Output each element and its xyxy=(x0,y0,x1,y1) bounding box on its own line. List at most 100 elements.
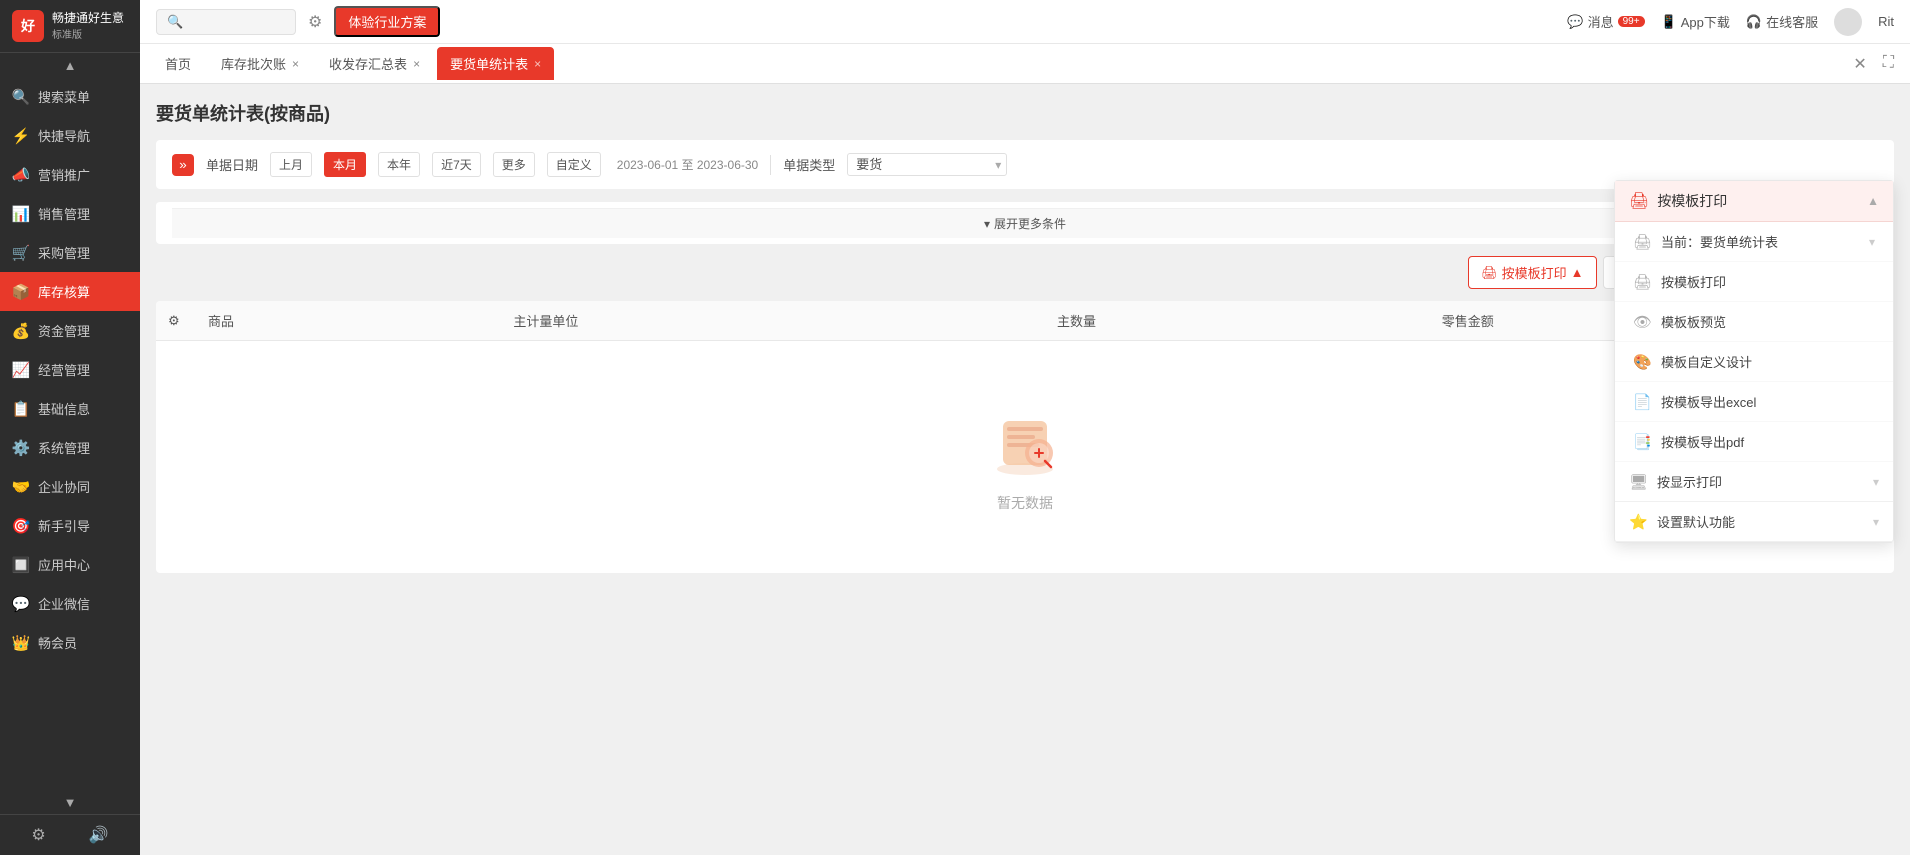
content-area: 要货单统计表(按商品) » 单据日期 上月 本月 本年 近7天 更多 自定义 2… xyxy=(140,84,1910,855)
filter-doc-type-select[interactable]: 要货 xyxy=(847,153,1007,176)
dropdown-section-left: 🖥 按显示打印 xyxy=(1629,472,1722,491)
search-icon: 🔍 xyxy=(12,88,30,106)
main-area: 🔍 ⚙ 体验行业方案 💬 消息 99+ 📱 App下载 🎧 在线客服 Rit xyxy=(140,0,1910,855)
cooperation-icon: 🤝 xyxy=(12,478,30,496)
date-btn-custom[interactable]: 自定义 xyxy=(547,152,601,177)
template-print-btn[interactable]: 🖨 按模板打印 ▲ xyxy=(1468,256,1596,289)
dropdown-item-export-excel[interactable]: 📄 按模板导出excel xyxy=(1615,382,1893,422)
sidebar-item-inventory[interactable]: 📦 库存核算 xyxy=(0,272,140,311)
topbar-right: 💬 消息 99+ 📱 App下载 🎧 在线客服 Rit xyxy=(1567,8,1894,36)
sidebar-nav: 🔍 搜索菜单 ⚡ 快捷导航 📣 营销推广 📊 销售管理 🛒 采购管理 📦 库存核… xyxy=(0,77,140,790)
tab-batch-account-close[interactable]: × xyxy=(292,57,299,71)
marketing-icon: 📣 xyxy=(12,166,30,184)
tab-order-stats-close[interactable]: × xyxy=(534,57,541,71)
logo-sub: 标准版 xyxy=(52,26,124,41)
sidebar-item-search[interactable]: 🔍 搜索菜单 xyxy=(0,77,140,116)
dropdown-item-pdf-icon: 📑 xyxy=(1633,433,1651,451)
inventory-icon: 📦 xyxy=(12,283,30,301)
message-btn[interactable]: 💬 消息 99+ xyxy=(1567,12,1644,31)
dropdown-current-item[interactable]: 🖨 当前：要货单统计表 ▾ xyxy=(1615,222,1893,262)
topbar: 🔍 ⚙ 体验行业方案 💬 消息 99+ 📱 App下载 🎧 在线客服 Rit xyxy=(140,0,1910,44)
tab-home-label: 首页 xyxy=(165,54,191,73)
topbar-search-icon: 🔍 xyxy=(167,14,183,30)
avatar[interactable] xyxy=(1834,8,1862,36)
dropdown-current-icon: 🖨 xyxy=(1633,233,1651,251)
sidebar-logo: 好 畅捷通好生意 标准版 xyxy=(0,0,140,53)
dropdown-section-label: 设置默认功能 xyxy=(1657,512,1735,531)
wechat-icon: 💬 xyxy=(12,595,30,613)
tab-expand-btn[interactable]: ⛶ xyxy=(1879,52,1898,76)
empty-icon xyxy=(985,401,1065,481)
date-btn-current-month[interactable]: 本月 xyxy=(324,152,366,177)
sidebar-item-finance[interactable]: 💰 资金管理 xyxy=(0,311,140,350)
filter-expand-btn[interactable]: » xyxy=(172,154,194,176)
dropdown-section-star-icon: ⭐ xyxy=(1629,513,1647,531)
date-btn-last7[interactable]: 近7天 xyxy=(432,152,481,177)
dropdown-header[interactable]: 🖨 按模板打印 ▲ xyxy=(1615,181,1893,222)
col-quantity-header: 主数量 xyxy=(1045,301,1430,341)
sidebar-item-member[interactable]: 👑 畅会员 xyxy=(0,623,140,662)
message-icon: 💬 xyxy=(1567,14,1583,30)
dropdown-item-template-print[interactable]: 🖨 按模板打印 xyxy=(1615,262,1893,302)
sidebar-item-sales[interactable]: 📊 销售管理 xyxy=(0,194,140,233)
trial-btn[interactable]: 体验行业方案 xyxy=(334,6,440,37)
tab-receipt-summary-label: 收发存汇总表 xyxy=(329,54,407,73)
logo-text: 畅捷通好生意 xyxy=(52,11,124,27)
guide-icon: 🎯 xyxy=(12,517,30,535)
system-icon: ⚙️ xyxy=(12,439,30,457)
online-service-btn[interactable]: 🎧 在线客服 xyxy=(1746,12,1818,31)
tab-receipt-summary-close[interactable]: × xyxy=(413,57,420,71)
sidebar-item-purchase[interactable]: 🛒 采购管理 xyxy=(0,233,140,272)
settings-bottom-icon[interactable]: ⚙ xyxy=(31,825,45,845)
app-download-btn[interactable]: 📱 App下载 xyxy=(1661,12,1730,31)
date-btn-current-year[interactable]: 本年 xyxy=(378,152,420,177)
tab-close-all-btn[interactable]: ✕ xyxy=(1849,52,1870,76)
message-label: 消息 xyxy=(1588,12,1614,31)
dropdown-item-label: 按模板打印 xyxy=(1661,272,1726,291)
col-settings-icon[interactable]: ⚙ xyxy=(168,313,180,328)
sidebar-item-base-info[interactable]: 📋 基础信息 xyxy=(0,389,140,428)
sidebar-item-wechat[interactable]: 💬 企业微信 xyxy=(0,584,140,623)
sidebar-item-guide[interactable]: 🎯 新手引导 xyxy=(0,506,140,545)
date-btn-more[interactable]: 更多 xyxy=(493,152,535,177)
topbar-search-box[interactable]: 🔍 xyxy=(156,9,296,35)
sidebar-item-label: 采购管理 xyxy=(38,243,90,262)
expand-more-icon: ▾ xyxy=(984,217,990,231)
sidebar-item-app-center[interactable]: 🔲 应用中心 xyxy=(0,545,140,584)
tab-order-stats-label: 要货单统计表 xyxy=(450,54,528,73)
sidebar-item-quick-nav[interactable]: ⚡ 快捷导航 xyxy=(0,116,140,155)
sidebar-item-system[interactable]: ⚙️ 系统管理 xyxy=(0,428,140,467)
sidebar-item-cooperation[interactable]: 🤝 企业协同 xyxy=(0,467,140,506)
dropdown-current-label: 当前：要货单统计表 xyxy=(1661,232,1778,251)
message-badge: 99+ xyxy=(1618,16,1645,27)
template-print-arrow: ▲ xyxy=(1571,265,1584,280)
topbar-gear-icon[interactable]: ⚙ xyxy=(308,12,322,32)
base-info-icon: 📋 xyxy=(12,400,30,418)
date-range-display: 2023-06-01 至 2023-06-30 xyxy=(617,156,758,173)
tab-batch-account[interactable]: 库存批次账 × xyxy=(208,47,312,80)
dropdown-item-template-design[interactable]: 🎨 模板自定义设计 xyxy=(1615,342,1893,382)
filter-date-label: 单据日期 xyxy=(206,155,258,174)
tab-receipt-summary[interactable]: 收发存汇总表 × xyxy=(316,47,433,80)
tab-order-stats[interactable]: 要货单统计表 × xyxy=(437,47,554,80)
col-unit-header: 主计量单位 xyxy=(501,301,1045,341)
dropdown-item-label: 模板板预览 xyxy=(1661,312,1726,331)
finance-icon: 💰 xyxy=(12,322,30,340)
sidebar-item-label: 快捷导航 xyxy=(38,126,90,145)
tabs-bar: 首页 库存批次账 × 收发存汇总表 × 要货单统计表 × ✕ ⛶ xyxy=(140,44,1910,84)
sidebar-scroll-down[interactable]: ▼ xyxy=(0,790,140,814)
dropdown-header-left: 🖨 按模板打印 xyxy=(1629,191,1727,211)
dropdown-item-template-preview[interactable]: 👁 模板板预览 xyxy=(1615,302,1893,342)
dropdown-item-printer-icon: 🖨 xyxy=(1633,273,1651,291)
tab-home[interactable]: 首页 xyxy=(152,47,204,80)
sidebar-scroll-up[interactable]: ▲ xyxy=(0,53,140,77)
sidebar-item-operations[interactable]: 📈 经营管理 xyxy=(0,350,140,389)
dropdown-section-left: ⭐ 设置默认功能 xyxy=(1629,512,1735,531)
date-btn-prev-month[interactable]: 上月 xyxy=(270,152,312,177)
dropdown-section-set-default[interactable]: ⭐ 设置默认功能 ▾ xyxy=(1615,502,1893,542)
sidebar-item-marketing[interactable]: 📣 营销推广 xyxy=(0,155,140,194)
col-product-header: 商品 xyxy=(196,301,501,341)
dropdown-item-export-pdf[interactable]: 📑 按模板导出pdf xyxy=(1615,422,1893,462)
dropdown-section-display-print[interactable]: 🖥 按显示打印 ▾ xyxy=(1615,462,1893,502)
audio-bottom-icon[interactable]: 🔊 xyxy=(89,825,109,845)
